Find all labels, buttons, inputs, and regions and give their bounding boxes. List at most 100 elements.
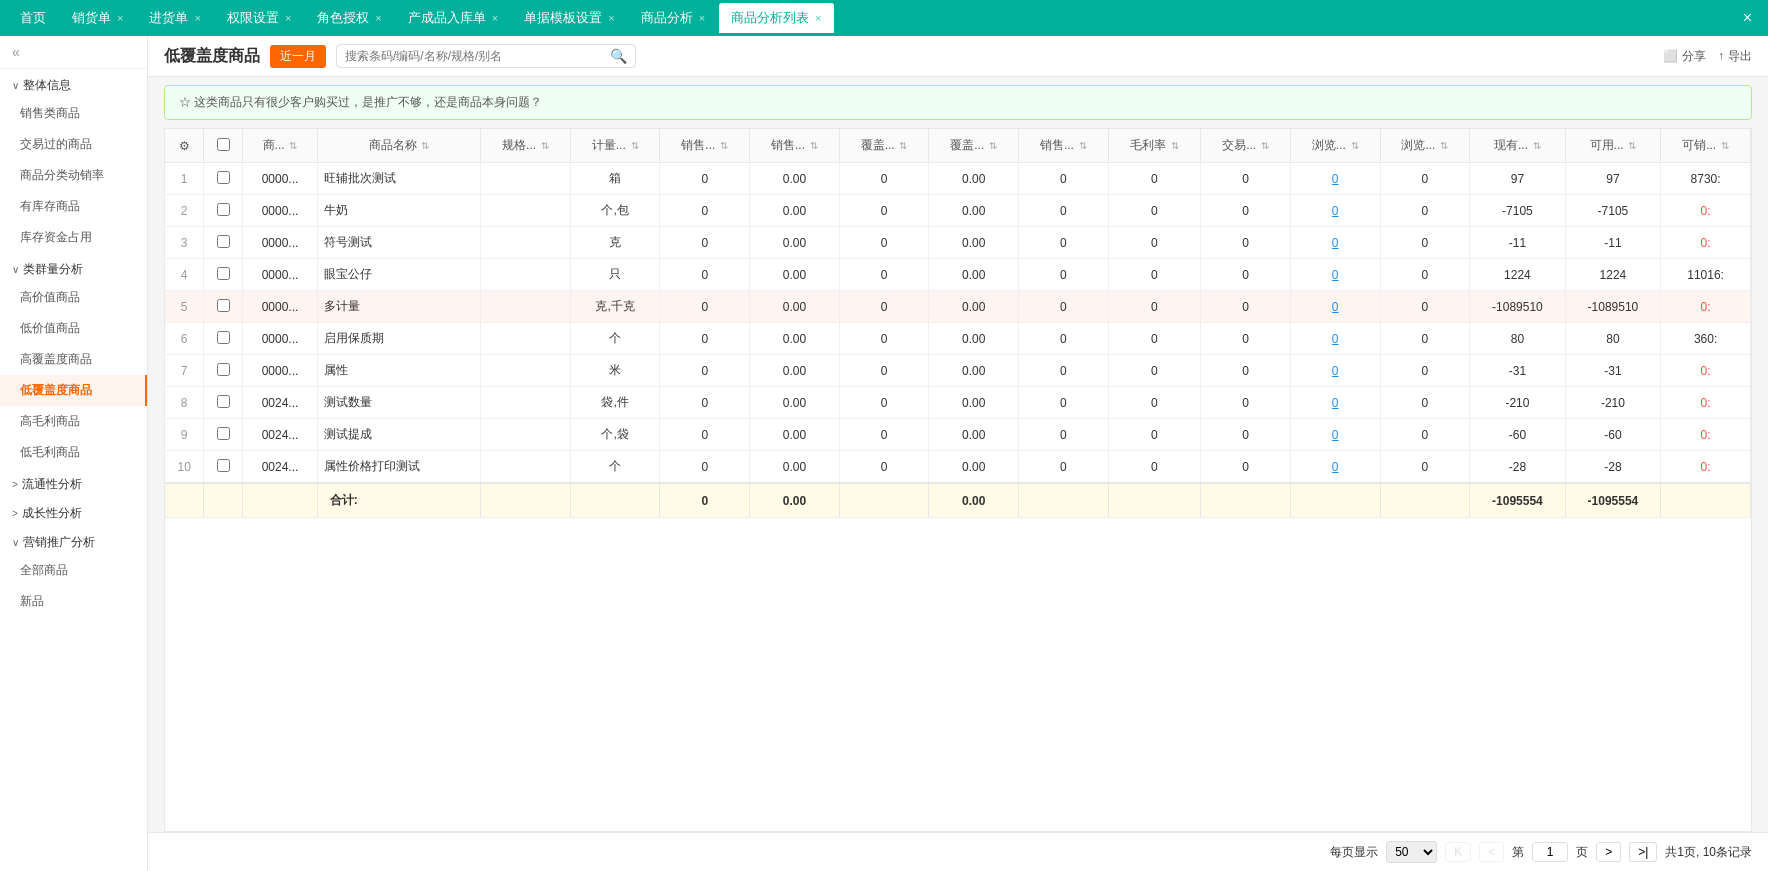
sidebar-item-高覆盖度商品[interactable]: 高覆盖度商品: [0, 344, 147, 375]
nav-item-产成品入库单[interactable]: 产成品入库单×: [396, 3, 510, 33]
nav-close-icon[interactable]: ×: [285, 12, 291, 24]
col-header-coverage2[interactable]: 覆盖... ⇅: [929, 129, 1019, 163]
gear-icon[interactable]: ⚙: [179, 139, 190, 153]
row-checkbox[interactable]: [217, 331, 230, 344]
nav-close-icon[interactable]: ×: [194, 12, 200, 24]
nav-item-商品分析[interactable]: 商品分析×: [629, 3, 717, 33]
sidebar-item-库存资金占用[interactable]: 库存资金占用: [0, 222, 147, 253]
chevron-icon: >: [12, 508, 18, 519]
date-filter-button[interactable]: 近一月: [270, 45, 326, 68]
sort-icon: ⇅: [807, 140, 818, 151]
nav-item-单据模板设置[interactable]: 单据模板设置×: [512, 3, 626, 33]
search-input[interactable]: [345, 49, 610, 63]
row-checkbox[interactable]: [217, 267, 230, 280]
sidebar-toggle[interactable]: «: [0, 36, 147, 69]
nav-item-销货单[interactable]: 销货单×: [60, 3, 135, 33]
sidebar-item-高价值商品[interactable]: 高价值商品: [0, 282, 147, 313]
chevron-icon: ∨: [12, 80, 19, 91]
row-checkbox[interactable]: [217, 459, 230, 472]
sidebar-group-流通性分析[interactable]: >流通性分析: [0, 468, 147, 497]
nav-item-权限设置[interactable]: 权限设置×: [215, 3, 303, 33]
next-page-button[interactable]: >: [1596, 842, 1621, 862]
main-content: 低覆盖度商品 近一月 🔍 ⬜ 分享 ↑ 导出: [148, 36, 1768, 871]
col-header-sales3[interactable]: 销售... ⇅: [1019, 129, 1109, 163]
table-row: 90024...测试提成个,袋00.0000.0000000-60-600:: [165, 419, 1751, 451]
sort-icon: ⇅: [628, 140, 639, 151]
nav-item-进货单[interactable]: 进货单×: [137, 3, 212, 33]
col-header-spec[interactable]: 规格... ⇅: [481, 129, 571, 163]
nav-item-商品分析列表[interactable]: 商品分析列表×: [719, 3, 833, 33]
nav-close-icon[interactable]: ×: [375, 12, 381, 24]
page-prefix-label: 第: [1512, 844, 1524, 861]
col-header-browse1[interactable]: 浏览... ⇅: [1290, 129, 1380, 163]
prev-page-button[interactable]: <: [1479, 842, 1504, 862]
table-row: 100024...属性价格打印测试个00.0000.0000000-28-280…: [165, 451, 1751, 484]
sidebar-item-有库存商品[interactable]: 有库存商品: [0, 191, 147, 222]
sort-icon: ⇅: [1076, 140, 1087, 151]
search-icon[interactable]: 🔍: [610, 48, 627, 64]
sidebar-group-整体信息[interactable]: ∨整体信息: [0, 69, 147, 98]
row-checkbox[interactable]: [217, 203, 230, 216]
col-header-coverage1[interactable]: 覆盖... ⇅: [839, 129, 929, 163]
chevron-icon: ∨: [12, 264, 19, 275]
sidebar-item-全部商品[interactable]: 全部商品: [0, 555, 147, 586]
table-row: 40000...眼宝公仔只00.0000.0000000122412241101…: [165, 259, 1751, 291]
sidebar-group-类群量分析[interactable]: ∨类群量分析: [0, 253, 147, 282]
col-header-gear[interactable]: ⚙: [165, 129, 204, 163]
sidebar-item-销售类商品[interactable]: 销售类商品: [0, 98, 147, 129]
page-title: 低覆盖度商品: [164, 46, 260, 67]
sidebar-item-高毛利商品[interactable]: 高毛利商品: [0, 406, 147, 437]
nav-close-icon[interactable]: ×: [815, 12, 821, 24]
share-button[interactable]: ⬜ 分享: [1663, 48, 1706, 65]
last-page-button[interactable]: >|: [1629, 842, 1657, 862]
col-header-transaction[interactable]: 交易... ⇅: [1201, 129, 1291, 163]
col-header-unit[interactable]: 计量... ⇅: [570, 129, 660, 163]
window-close-button[interactable]: ×: [1735, 5, 1760, 31]
sidebar-item-商品分类动销率[interactable]: 商品分类动销率: [0, 160, 147, 191]
sidebar-item-低覆盖度商品[interactable]: 低覆盖度商品: [0, 375, 147, 406]
sort-icon: ⇅: [1348, 140, 1359, 151]
sidebar-group-成长性分析[interactable]: >成长性分析: [0, 497, 147, 526]
pagination-bar: 每页显示 2050100200 K < 第 页 > >| 共1页, 10条记录: [148, 832, 1768, 871]
col-header-sales_qty[interactable]: 销售... ⇅: [660, 129, 750, 163]
col-header-saleable[interactable]: 可销... ⇅: [1661, 129, 1751, 163]
row-checkbox[interactable]: [217, 395, 230, 408]
col-header-sales_amt[interactable]: 销售... ⇅: [750, 129, 840, 163]
sidebar-item-交易过的商品[interactable]: 交易过的商品: [0, 129, 147, 160]
table-row: 70000...属性米00.0000.0000000-31-310:: [165, 355, 1751, 387]
nav-close-icon[interactable]: ×: [608, 12, 614, 24]
total-row: 合计:00.000.00-1095554-1095554: [165, 483, 1751, 518]
sidebar-group-营销推广分析[interactable]: ∨营销推广分析: [0, 526, 147, 555]
select-all-checkbox[interactable]: [217, 138, 230, 151]
row-checkbox[interactable]: [217, 235, 230, 248]
sidebar-item-新品[interactable]: 新品: [0, 586, 147, 617]
sidebar-item-低价值商品[interactable]: 低价值商品: [0, 313, 147, 344]
col-header-available[interactable]: 可用... ⇅: [1565, 129, 1661, 163]
data-table-container: ⚙商... ⇅商品名称 ⇅规格... ⇅计量... ⇅销售... ⇅销售... …: [164, 128, 1752, 832]
first-page-button[interactable]: K: [1445, 842, 1471, 862]
nav-close-icon[interactable]: ×: [699, 12, 705, 24]
col-header-checkbox[interactable]: [204, 129, 243, 163]
row-checkbox[interactable]: [217, 363, 230, 376]
col-header-current[interactable]: 现有... ⇅: [1470, 129, 1566, 163]
sort-icon: ⇅: [1258, 140, 1269, 151]
page-number-input[interactable]: [1532, 842, 1568, 862]
col-header-code[interactable]: 商... ⇅: [243, 129, 318, 163]
row-checkbox[interactable]: [217, 171, 230, 184]
col-header-name[interactable]: 商品名称 ⇅: [317, 129, 480, 163]
row-checkbox[interactable]: [217, 299, 230, 312]
sidebar-item-低毛利商品[interactable]: 低毛利商品: [0, 437, 147, 468]
row-checkbox[interactable]: [217, 427, 230, 440]
nav-item-首页[interactable]: 首页: [8, 3, 58, 33]
info-banner: ☆ 这类商品只有很少客户购买过，是推广不够，还是商品本身问题？: [164, 85, 1752, 120]
table-row: 80024...测试数量袋,件00.0000.0000000-210-2100:: [165, 387, 1751, 419]
per-page-select[interactable]: 2050100200: [1386, 841, 1437, 863]
col-header-browse2[interactable]: 浏览... ⇅: [1380, 129, 1470, 163]
nav-close-icon[interactable]: ×: [492, 12, 498, 24]
col-header-margin[interactable]: 毛利率 ⇅: [1108, 129, 1201, 163]
sort-icon: ⇅: [986, 140, 997, 151]
export-button[interactable]: ↑ 导出: [1718, 48, 1752, 65]
nav-close-icon[interactable]: ×: [117, 12, 123, 24]
nav-item-角色授权[interactable]: 角色授权×: [305, 3, 393, 33]
page-header: 低覆盖度商品 近一月 🔍 ⬜ 分享 ↑ 导出: [148, 36, 1768, 77]
